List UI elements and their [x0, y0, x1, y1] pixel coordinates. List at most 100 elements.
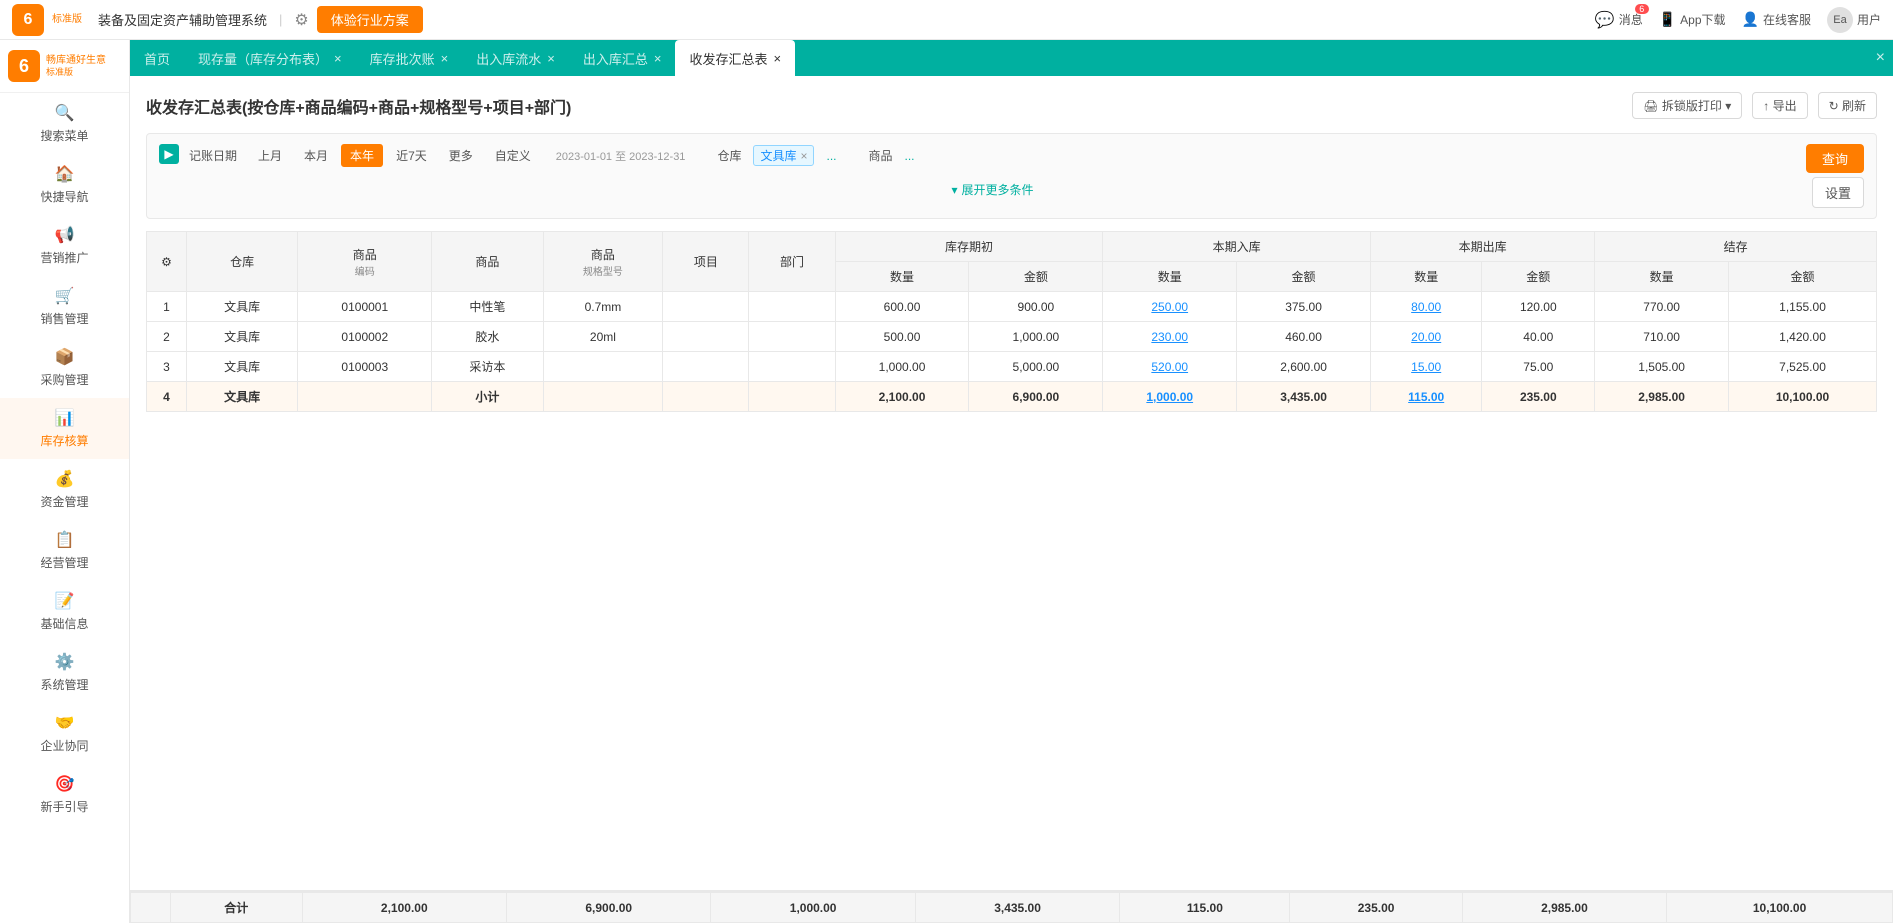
sidebar-item-operations[interactable]: 📋 经营管理	[0, 520, 129, 581]
cell-out-amt-3: 235.00	[1482, 382, 1595, 412]
tab-inout-summary[interactable]: 出入库汇总 ×	[569, 40, 676, 76]
refresh-btn[interactable]: ↻ 刷新	[1818, 92, 1877, 119]
cell-in-qty-2[interactable]: 520.00	[1103, 352, 1237, 382]
th-project: 项目	[663, 232, 749, 292]
window-close-btn[interactable]: ×	[1868, 49, 1893, 67]
tab-inout-flow[interactable]: 出入库流水 ×	[462, 40, 569, 76]
page-content: 收发存汇总表(按仓库+商品编码+商品+规格型号+项目+部门) 🖨 拆锁版打印 ▾…	[130, 76, 1893, 890]
cell-balance-amt-1: 1,420.00	[1729, 322, 1877, 352]
refresh-icon: ↻	[1829, 99, 1839, 113]
app-download-btn[interactable]: 📱 App下载	[1659, 11, 1726, 28]
warehouse-tag-remove[interactable]: ×	[800, 149, 807, 163]
cell-out-qty-3[interactable]: 115.00	[1370, 382, 1481, 412]
guide-icon: 🎯	[55, 774, 75, 794]
product-more-btn[interactable]: ...	[905, 149, 915, 163]
sidebar-logo-icon: 6	[8, 50, 40, 82]
sidebar-item-inventory[interactable]: 📊 库存核算	[0, 398, 129, 459]
cell-balance-qty-1: 710.00	[1595, 322, 1729, 352]
sidebar-logo: 6 畅库通好生意 标准版	[0, 40, 129, 93]
app-version-tag: 标准版	[52, 13, 82, 26]
date-tab-last-month[interactable]: 上月	[249, 144, 291, 167]
cell-out-qty-0[interactable]: 80.00	[1370, 292, 1481, 322]
row-index-0: 1	[147, 292, 187, 322]
tab-close-inout-summary[interactable]: ×	[654, 52, 662, 65]
sidebar-item-basic[interactable]: 📝 基础信息	[0, 581, 129, 642]
date-tab-more[interactable]: 更多	[440, 144, 482, 167]
footer-opening-amt: 6,900.00	[507, 893, 711, 923]
top-bar-left: 6 标准版 装备及固定资产辅助管理系统 | ⚙ 体验行业方案	[12, 4, 423, 36]
th-settings[interactable]: ⚙	[147, 232, 187, 292]
cell-in-amt-2: 2,600.00	[1237, 352, 1371, 382]
sidebar-item-guide[interactable]: 🎯 新手引导	[0, 764, 129, 825]
date-tab-this-year[interactable]: 本年	[341, 144, 383, 167]
marketing-icon: 📢	[55, 225, 75, 245]
date-tab-custom[interactable]: 自定义	[486, 144, 540, 167]
search-icon: 🔍	[55, 103, 75, 123]
date-range-display: 2023-01-01 至 2023-12-31	[556, 148, 686, 164]
th-product-name: 商品	[432, 232, 543, 292]
tab-close-batch-account[interactable]: ×	[441, 52, 449, 65]
cell-warehouse-1: 文具库	[187, 322, 298, 352]
cell-in-amt-3: 3,435.00	[1237, 382, 1371, 412]
sidebar-item-system[interactable]: ⚙️ 系统管理	[0, 642, 129, 703]
footer-opening-qty: 2,100.00	[302, 893, 506, 923]
experience-btn[interactable]: 体验行业方案	[317, 6, 423, 33]
print-btn[interactable]: 🖨 拆锁版打印 ▾	[1632, 92, 1742, 119]
online-service-btn[interactable]: 👤 在线客服	[1742, 11, 1811, 28]
tab-receive-summary[interactable]: 收发存汇总表 ×	[675, 40, 795, 76]
cell-balance-amt-2: 7,525.00	[1729, 352, 1877, 382]
cell-out-qty-2[interactable]: 15.00	[1370, 352, 1481, 382]
enterprise-icon: 🤝	[55, 713, 75, 733]
tab-close-inout-flow[interactable]: ×	[547, 52, 555, 65]
sidebar-item-quick-nav[interactable]: 🏠 快捷导航	[0, 154, 129, 215]
cell-product_name-1: 胶水	[432, 322, 543, 352]
th-warehouse: 仓库	[187, 232, 298, 292]
cell-spec-0: 0.7mm	[543, 292, 663, 322]
expand-conditions-btn[interactable]: ▾ 展开更多条件	[951, 181, 1033, 198]
tab-close-inventory-dist[interactable]: ×	[334, 52, 342, 65]
avatar: Ea	[1827, 7, 1853, 33]
date-tab-7days[interactable]: 近7天	[387, 144, 436, 167]
cell-department-2	[749, 352, 835, 382]
cell-opening-amt-2: 5,000.00	[969, 352, 1103, 382]
sidebar-item-finance[interactable]: 💰 资金管理	[0, 459, 129, 520]
th-balance-qty: 数量	[1595, 262, 1729, 292]
tab-inventory-dist[interactable]: 现存量（库存分布表） ×	[184, 40, 356, 76]
page-title-actions: 🖨 拆锁版打印 ▾ ↑ 导出 ↻ 刷新	[1632, 92, 1877, 119]
top-bar-right: 💬 6 消息 📱 App下载 👤 在线客服 Ea 用户	[1595, 7, 1881, 33]
data-table: ⚙ 仓库 商品编码 商品 商品规格型号 项目 部门 库存期初 本期入库 本期出库	[146, 231, 1877, 412]
service-icon: 👤	[1742, 11, 1759, 28]
sidebar-item-sales[interactable]: 🛒 销售管理	[0, 276, 129, 337]
sidebar-item-enterprise[interactable]: 🤝 企业协同	[0, 703, 129, 764]
sidebar-item-marketing[interactable]: 📢 营销推广	[0, 215, 129, 276]
tab-home[interactable]: 首页	[130, 40, 184, 76]
settings-icon[interactable]: ⚙	[294, 10, 308, 30]
query-btn[interactable]: 查询	[1806, 144, 1864, 173]
date-tab-this-month[interactable]: 本月	[295, 144, 337, 167]
cell-in-qty-1[interactable]: 230.00	[1103, 322, 1237, 352]
settings-btn[interactable]: 设置	[1812, 177, 1864, 208]
messages-btn[interactable]: 💬 6 消息	[1595, 10, 1643, 30]
export-btn[interactable]: ↑ 导出	[1752, 92, 1807, 119]
date-tabs: 上月 本月 本年 近7天 更多 自定义	[249, 144, 540, 167]
cell-spec-3	[543, 382, 663, 412]
cell-in-qty-3[interactable]: 1,000.00	[1103, 382, 1237, 412]
warehouse-more-btn[interactable]: ...	[826, 149, 836, 163]
collapse-toggle[interactable]: ▶	[159, 144, 179, 164]
cell-in-qty-0[interactable]: 250.00	[1103, 292, 1237, 322]
footer-table: 合计 2,100.00 6,900.00 1,000.00 3,435.00 1…	[130, 892, 1893, 923]
footer-out-amt: 235.00	[1290, 893, 1462, 923]
sidebar-item-search[interactable]: 🔍 搜索菜单	[0, 93, 129, 154]
settings-cog-icon: ⚙	[161, 255, 172, 269]
th-in: 本期入库	[1103, 232, 1371, 262]
tab-batch-account[interactable]: 库存批次账 ×	[356, 40, 463, 76]
user-btn[interactable]: Ea 用户	[1827, 7, 1881, 33]
page-title: 收发存汇总表(按仓库+商品编码+商品+规格型号+项目+部门)	[146, 94, 571, 118]
message-badge: 6	[1635, 4, 1649, 14]
sidebar-item-purchase[interactable]: 📦 采购管理	[0, 337, 129, 398]
inventory-icon: 📊	[55, 408, 75, 428]
cell-out-qty-1[interactable]: 20.00	[1370, 322, 1481, 352]
tab-close-receive-summary[interactable]: ×	[773, 52, 781, 65]
filter-expand-row: ▾ 展开更多条件	[189, 173, 1796, 198]
table-container: ⚙ 仓库 商品编码 商品 商品规格型号 项目 部门 库存期初 本期入库 本期出库	[146, 231, 1877, 412]
